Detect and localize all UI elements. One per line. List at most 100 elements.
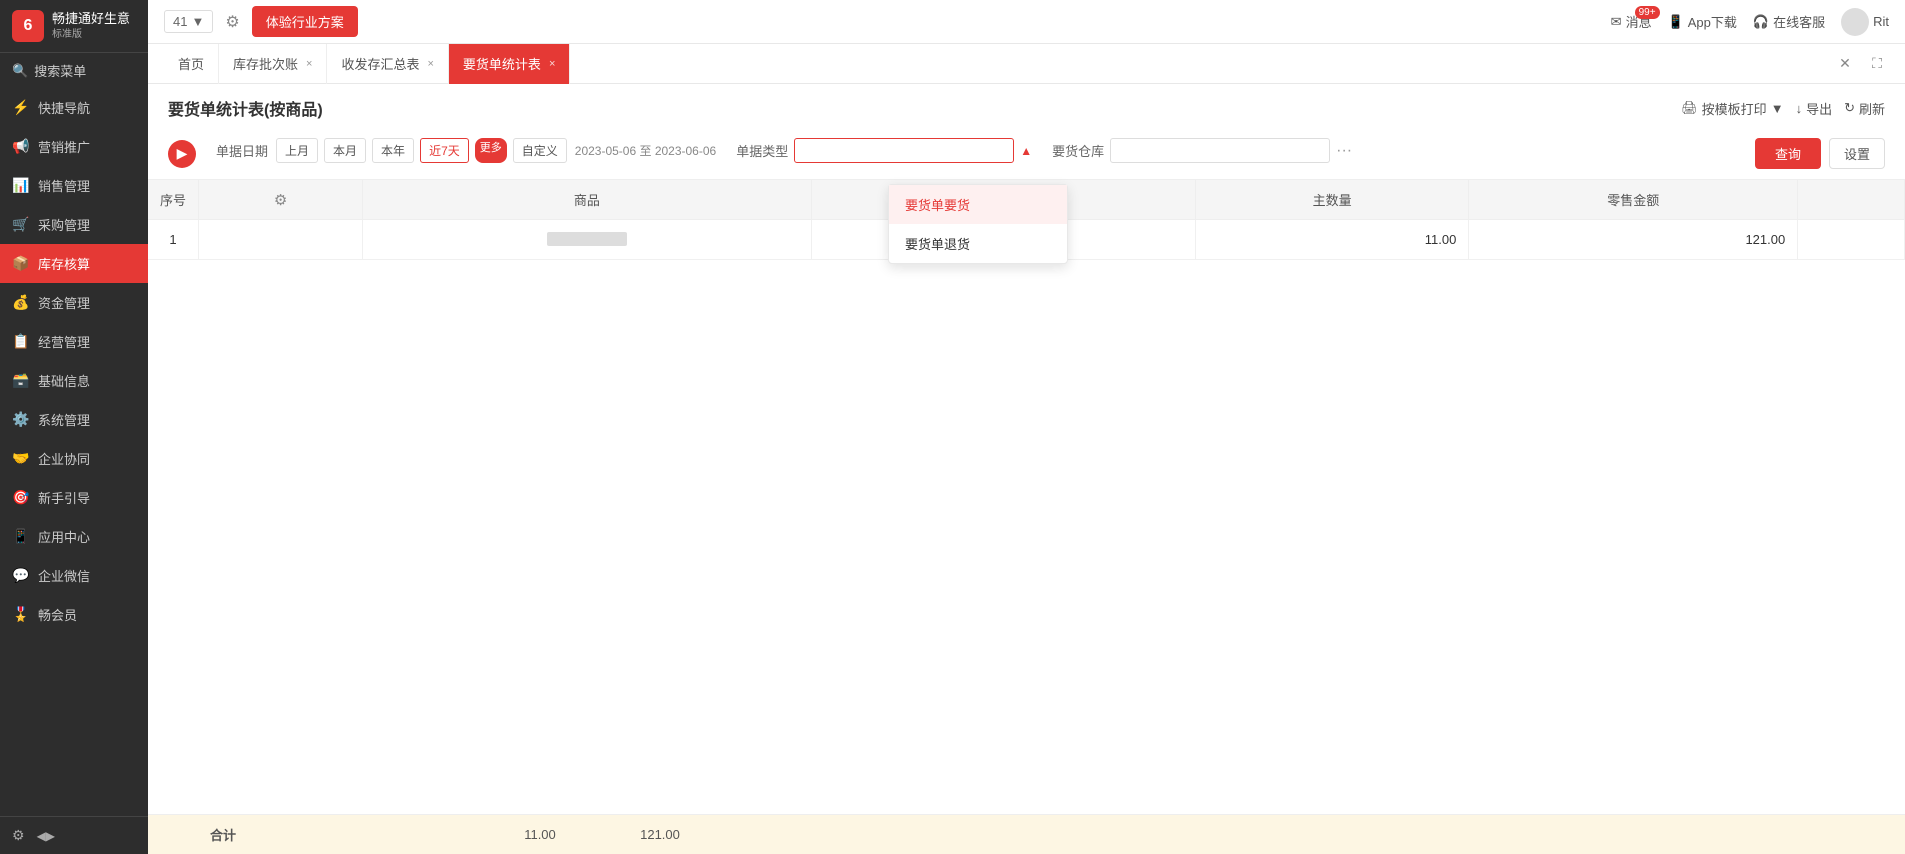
print-template-btn[interactable]: 🖨 按模板打印 ▼	[1681, 99, 1783, 118]
cell-amount: 121.00	[1469, 220, 1798, 260]
doc-type-dropdown: 要货单要货 要货单退货	[888, 184, 1068, 264]
wechat-icon: 💬	[12, 567, 30, 584]
tab-receivable-summary-close[interactable]: ×	[427, 58, 433, 70]
date-more-badge[interactable]: 更多	[475, 138, 507, 163]
tab-inventory-batch-close[interactable]: ×	[306, 58, 312, 70]
date-btn-this-month[interactable]: 本月	[324, 138, 366, 163]
company-selector[interactable]: 41 ▼	[164, 10, 213, 33]
page-content: 要货单统计表(按商品) 🖨 按模板打印 ▼ ↓ 导出 ↻ 刷新	[148, 84, 1905, 854]
window-controls: ✕ ⛶	[1833, 52, 1889, 76]
col-header-product: 商品	[363, 180, 811, 220]
filter-expand-btn[interactable]: ▶	[168, 140, 196, 168]
footer-amount: 121.00	[600, 827, 720, 842]
export-btn[interactable]: ↓ 导出	[1796, 99, 1833, 118]
doc-type-filter-group: 单据类型 ▲	[736, 138, 1032, 163]
sidebar-search-label: 搜索菜单	[34, 61, 86, 80]
sidebar-item-purchase[interactable]: 🛒 采购管理	[0, 205, 148, 244]
page-actions: 🖨 按模板打印 ▼ ↓ 导出 ↻ 刷新	[1681, 99, 1885, 118]
tab-requisition-stats[interactable]: 要货单统计表 ×	[449, 44, 570, 84]
trial-button[interactable]: 体验行业方案	[252, 6, 358, 37]
tab-receivable-summary[interactable]: 收发存汇总表 ×	[327, 44, 448, 84]
main-area: 41 ▼ ⚙ 体验行业方案 ✉ 消息 99+ 📱 App下载 🎧 在线客服 R	[148, 0, 1905, 854]
sidebar-item-label: 销售管理	[38, 176, 90, 195]
sidebar-item-sales[interactable]: 📊 销售管理	[0, 166, 148, 205]
app-download-btn[interactable]: 📱 App下载	[1668, 12, 1737, 31]
sidebar-item-inventory[interactable]: 📦 库存核算	[0, 244, 148, 283]
close-window-btn[interactable]: ✕	[1833, 52, 1857, 76]
sidebar-item-collab[interactable]: 🤝 企业协同	[0, 439, 148, 478]
print-dropdown-icon: ▼	[1771, 101, 1784, 116]
tab-home[interactable]: 首页	[164, 44, 219, 84]
date-btn-last-7-days[interactable]: 近7天	[420, 138, 469, 163]
system-icon: ⚙️	[12, 411, 30, 428]
product-blurred	[547, 232, 627, 246]
date-btn-last-month[interactable]: 上月	[276, 138, 318, 163]
cell-settings	[199, 220, 363, 260]
member-icon: 🎖️	[12, 606, 30, 623]
dropdown-item-order[interactable]: 要货单要货	[889, 185, 1067, 224]
sidebar-item-operations[interactable]: 📋 经营管理	[0, 322, 148, 361]
query-button[interactable]: 查询	[1755, 138, 1821, 169]
date-filter-group: 单据日期 上月 本月 本年 近7天 更多 自定义 2023-05-06 至 20…	[216, 138, 716, 163]
sidebar-item-label: 快捷导航	[38, 98, 90, 117]
tabs-bar: 首页 库存批次账 × 收发存汇总表 × 要货单统计表 × ✕ ⛶	[148, 44, 1905, 84]
sidebar-item-marketing[interactable]: 📢 营销推广	[0, 127, 148, 166]
tab-receivable-summary-label: 收发存汇总表	[341, 54, 419, 73]
warehouse-more-btn[interactable]: ···	[1336, 142, 1352, 160]
doc-type-label: 单据类型	[736, 141, 788, 160]
sidebar-item-appstore[interactable]: 📱 应用中心	[0, 517, 148, 556]
user-avatar[interactable]: Rit	[1841, 8, 1889, 36]
sidebar-item-label: 企业协同	[38, 449, 90, 468]
print-icon: 🖨	[1681, 100, 1698, 116]
filter-bar: ▶ 单据日期 上月 本月 本年 近7天 更多 自定义 2023-05-06 至 …	[148, 128, 1905, 180]
sidebar-item-label: 企业微信	[38, 566, 90, 585]
sidebar-item-member[interactable]: 🎖️ 畅会员	[0, 595, 148, 634]
sidebar-item-wechat[interactable]: 💬 企业微信	[0, 556, 148, 595]
cell-index: 1	[148, 220, 199, 260]
sidebar-nav: ⚡ 快捷导航 📢 营销推广 📊 销售管理 🛒 采购管理 📦 库存核算 💰 资金管…	[0, 88, 148, 816]
messages-badge: 99+	[1635, 6, 1660, 19]
export-label: 导出	[1806, 99, 1832, 118]
collapse-icon[interactable]: ◀▶	[37, 829, 55, 843]
date-btn-this-year[interactable]: 本年	[372, 138, 414, 163]
sidebar-item-label: 资金管理	[38, 293, 90, 312]
col-header-amount: 零售金额	[1469, 180, 1798, 220]
sidebar-item-basic[interactable]: 🗃️ 基础信息	[0, 361, 148, 400]
guide-icon: 🎯	[12, 489, 30, 506]
col-header-qty: 主数量	[1195, 180, 1468, 220]
settings-footer-icon[interactable]: ⚙	[12, 827, 25, 844]
sidebar-search[interactable]: 🔍 搜索菜单	[0, 53, 148, 88]
expand-window-btn[interactable]: ⛶	[1865, 52, 1889, 76]
sidebar-item-finance[interactable]: 💰 资金管理	[0, 283, 148, 322]
user-name: Rit	[1873, 14, 1889, 29]
sidebar-item-label: 库存核算	[38, 254, 90, 273]
expand-icon: ▶	[177, 145, 188, 162]
messages-btn[interactable]: ✉ 消息 99+	[1611, 12, 1652, 31]
topbar-settings-icon[interactable]: ⚙	[225, 12, 239, 32]
dropdown-item-return[interactable]: 要货单退货	[889, 224, 1067, 263]
sidebar: 6 畅捷通好生意 标准版 🔍 搜索菜单 ⚡ 快捷导航 📢 营销推广 📊 销售管理…	[0, 0, 148, 854]
app-download-label: App下载	[1688, 12, 1737, 31]
sidebar-item-label: 营销推广	[38, 137, 90, 156]
doc-type-input[interactable]	[794, 138, 1014, 163]
cell-product	[363, 220, 811, 260]
message-icon: ✉	[1611, 14, 1622, 30]
tab-inventory-batch[interactable]: 库存批次账 ×	[219, 44, 327, 84]
settings-button[interactable]: 设置	[1829, 138, 1885, 169]
online-service-btn[interactable]: 🎧 在线客服	[1753, 12, 1825, 31]
app-logo: 6 畅捷通好生意 标准版	[0, 0, 148, 53]
sidebar-item-guide[interactable]: 🎯 新手引导	[0, 478, 148, 517]
refresh-btn[interactable]: ↻ 刷新	[1844, 99, 1885, 118]
doc-type-caret-up[interactable]: ▲	[1020, 144, 1032, 158]
sidebar-item-shortcut[interactable]: ⚡ 快捷导航	[0, 88, 148, 127]
logo-icon: 6	[12, 10, 44, 42]
appstore-icon: 📱	[12, 528, 30, 545]
tab-requisition-stats-close[interactable]: ×	[549, 58, 555, 70]
date-btn-custom[interactable]: 自定义	[513, 138, 567, 163]
col-header-settings[interactable]: ⚙	[199, 180, 363, 220]
cell-extra	[1798, 220, 1905, 260]
warehouse-input[interactable]	[1110, 138, 1330, 163]
online-service-label: 在线客服	[1773, 12, 1825, 31]
headset-icon: 🎧	[1753, 14, 1769, 30]
sidebar-item-system[interactable]: ⚙️ 系统管理	[0, 400, 148, 439]
